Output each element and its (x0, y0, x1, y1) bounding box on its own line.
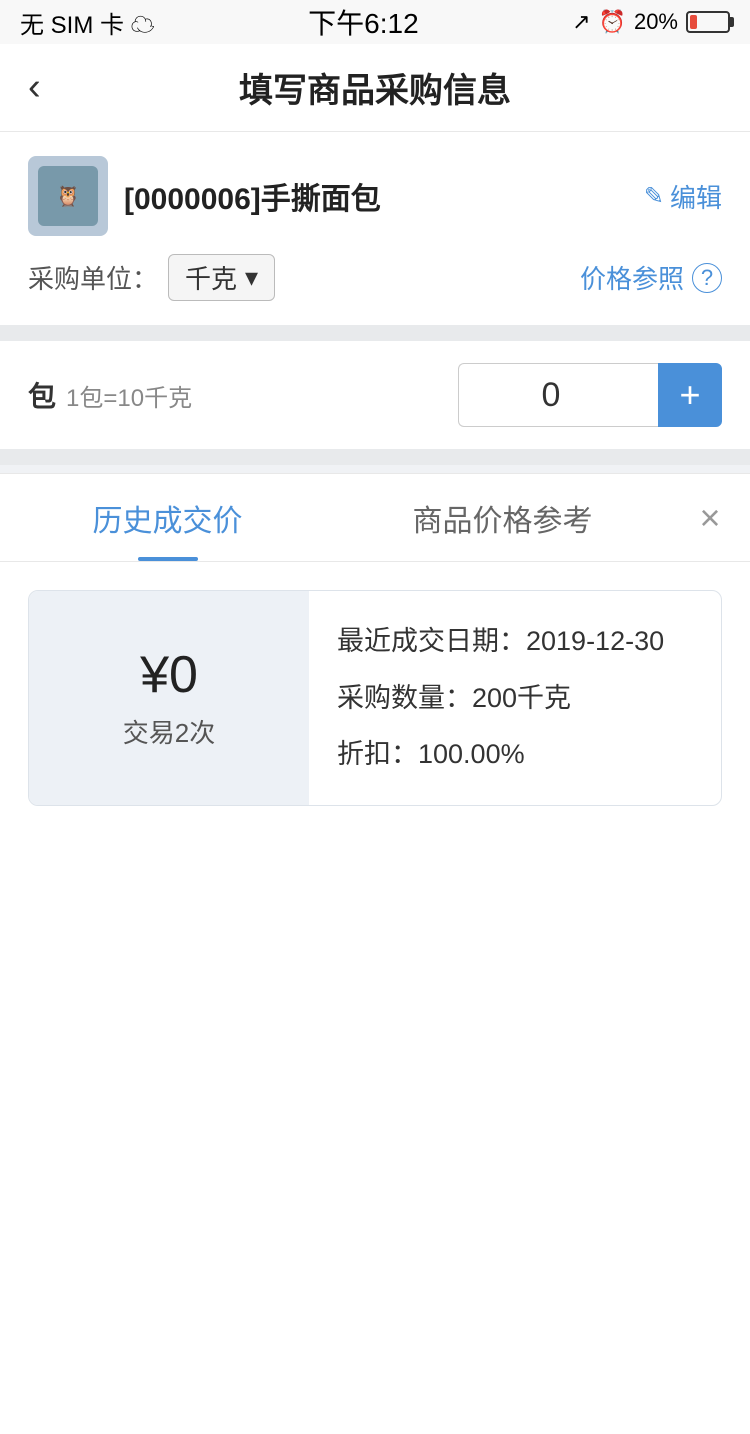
quantity-plus-button[interactable]: + (658, 363, 722, 427)
discount-label: 折扣： (337, 739, 418, 769)
unit-conversion: 1包=10千克 (66, 378, 192, 413)
alarm-icon: ⏰ (599, 9, 626, 35)
currency-symbol: ¥ (140, 646, 169, 704)
recent-date-value: 2019-12-30 (526, 626, 664, 656)
product-title: 手撕面包 (261, 183, 381, 216)
quantity-input-group: + (458, 363, 722, 427)
help-icon: ? (692, 263, 722, 293)
bottom-background (0, 834, 750, 1434)
edit-label: 编辑 (670, 178, 722, 215)
product-thumb-icon: 🦉 (38, 166, 98, 226)
product-unit-row: 采购单位： 千克 ▾ 价格参照 ? (28, 254, 722, 301)
battery-percent: 20% (634, 9, 678, 35)
dropdown-icon: ▾ (245, 262, 258, 293)
nav-bar: ‹ 填写商品采购信息 (0, 44, 750, 132)
back-button[interactable]: ‹ (28, 66, 41, 109)
quantity-input[interactable] (458, 363, 658, 427)
unit-name: 包 (28, 375, 56, 415)
battery-icon (686, 11, 730, 33)
history-price-panel: ¥0 交易2次 (29, 591, 309, 805)
price-ref-label: 价格参照 (580, 259, 684, 296)
tab-history-label: 历史成交价 (93, 496, 243, 540)
unit-label: 采购单位： 千克 ▾ (28, 254, 275, 301)
discount-row: 折扣：100.00% (337, 734, 693, 775)
purchase-quantity-row: 采购数量：200千克 (337, 678, 693, 719)
product-thumbnail: 🦉 (28, 156, 108, 236)
tab-price-ref-label: 商品价格参考 (413, 496, 593, 540)
status-time: 下午6:12 (308, 2, 419, 42)
product-id: [0000006] (124, 183, 261, 216)
history-price: ¥0 (140, 645, 198, 705)
quantity-value: 200千克 (472, 683, 571, 713)
unit-value: 千克 (185, 259, 237, 296)
price-value: 0 (169, 646, 198, 704)
edit-icon: ✎ (644, 182, 664, 211)
product-info: 🦉 [0000006]手撕面包 (28, 156, 381, 236)
product-card: 🦉 [0000006]手撕面包 ✎ 编辑 采购单位： 千克 ▾ 价格参照 ? (0, 132, 750, 325)
section-divider (0, 325, 750, 341)
recent-date-row: 最近成交日期：2019-12-30 (337, 621, 693, 662)
history-details-panel: 最近成交日期：2019-12-30 采购数量：200千克 折扣：100.00% (309, 591, 721, 805)
tabs-header: 历史成交价 商品价格参考 × (0, 474, 750, 562)
tab-content: ¥0 交易2次 最近成交日期：2019-12-30 采购数量：200千克 折扣：… (0, 562, 750, 834)
discount-value: 100.00% (418, 739, 525, 769)
tabs-container: 历史成交价 商品价格参考 × ¥0 交易2次 最近成交日期：2019-12-30… (0, 473, 750, 834)
trades-count: 交易2次 (123, 713, 215, 750)
product-name: [0000006]手撕面包 (124, 174, 381, 218)
quantity-label-text: 采购数量： (337, 683, 472, 713)
status-left: 无 SIM 卡 ☁ (20, 5, 155, 40)
sim-status: 无 SIM 卡 ☁ (20, 5, 155, 40)
unit-label-text: 采购单位： (28, 259, 158, 296)
history-card: ¥0 交易2次 最近成交日期：2019-12-30 采购数量：200千克 折扣：… (28, 590, 722, 806)
section-divider-2 (0, 449, 750, 465)
location-icon: ↗ (572, 9, 590, 35)
unit-selector[interactable]: 千克 ▾ (168, 254, 275, 301)
edit-button[interactable]: ✎ 编辑 (644, 178, 722, 215)
quantity-label: 包 1包=10千克 (28, 375, 192, 415)
tab-close-button[interactable]: × (670, 497, 750, 539)
quantity-row: 包 1包=10千克 + (0, 341, 750, 449)
status-bar: 无 SIM 卡 ☁ 下午6:12 ↗ ⏰ 20% (0, 0, 750, 44)
product-header: 🦉 [0000006]手撕面包 ✎ 编辑 (28, 156, 722, 236)
status-right: ↗ ⏰ 20% (572, 9, 730, 35)
price-ref-button[interactable]: 价格参照 ? (580, 259, 722, 296)
tab-price-reference[interactable]: 商品价格参考 (335, 474, 670, 561)
page-title: 填写商品采购信息 (239, 63, 511, 112)
tab-history-price[interactable]: 历史成交价 (0, 474, 335, 561)
recent-date-label: 最近成交日期： (337, 626, 526, 656)
